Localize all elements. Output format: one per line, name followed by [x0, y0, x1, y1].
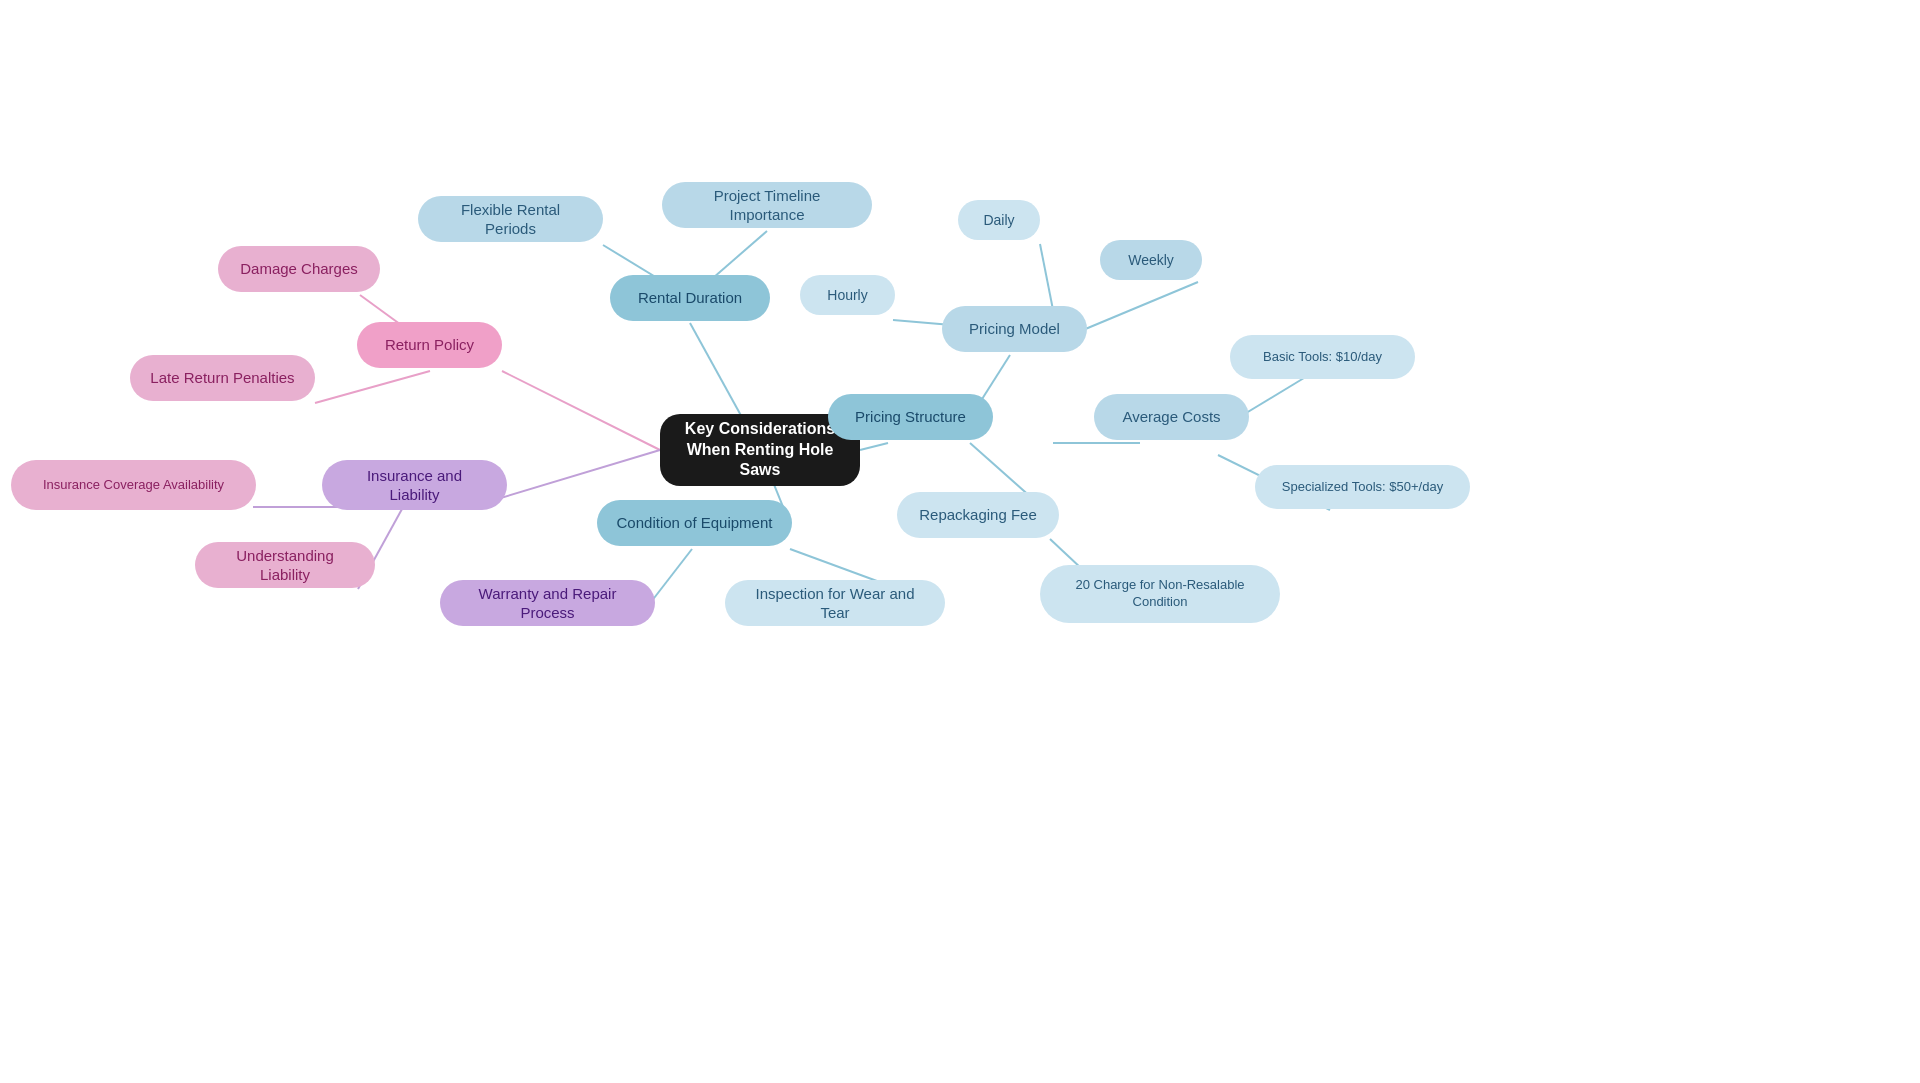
pricing-model-node: Pricing Model: [942, 306, 1087, 352]
svg-line-6: [494, 450, 660, 500]
charge-nonresalable-node: 20 Charge for Non-Resalable Condition: [1040, 565, 1280, 623]
damage-charges-node: Damage Charges: [218, 246, 380, 292]
hourly-node: Hourly: [800, 275, 895, 315]
insurance-coverage-node: Insurance Coverage Availability: [11, 460, 256, 510]
inspection-wear-node: Inspection for Wear and Tear: [725, 580, 945, 626]
svg-line-12: [860, 443, 888, 450]
svg-line-5: [315, 371, 430, 403]
understanding-liability-node: Understanding Liability: [195, 542, 375, 588]
insurance-liability-node: Insurance and Liability: [322, 460, 507, 510]
basic-tools-node: Basic Tools: $10/day: [1230, 335, 1415, 379]
project-timeline-node: Project Timeline Importance: [662, 182, 872, 228]
svg-line-3: [502, 371, 660, 450]
repackaging-fee-node: Repackaging Fee: [897, 492, 1059, 538]
specialized-tools-node: Specialized Tools: $50+/day: [1255, 465, 1470, 509]
svg-line-10: [651, 549, 692, 602]
pricing-structure-node: Pricing Structure: [828, 394, 993, 440]
mindmap-container: Key Considerations When Renting Hole Saw…: [0, 0, 1920, 1083]
late-return-node: Late Return Penalties: [130, 355, 315, 401]
condition-equipment-node: Condition of Equipment: [597, 500, 792, 546]
flexible-rental-node: Flexible Rental Periods: [418, 196, 603, 242]
warranty-repair-node: Warranty and Repair Process: [440, 580, 655, 626]
weekly-node: Weekly: [1100, 240, 1202, 280]
rental-duration-node: Rental Duration: [610, 275, 770, 321]
svg-line-16: [1083, 282, 1198, 330]
average-costs-node: Average Costs: [1094, 394, 1249, 440]
return-policy-node: Return Policy: [357, 322, 502, 368]
daily-node: Daily: [958, 200, 1040, 240]
